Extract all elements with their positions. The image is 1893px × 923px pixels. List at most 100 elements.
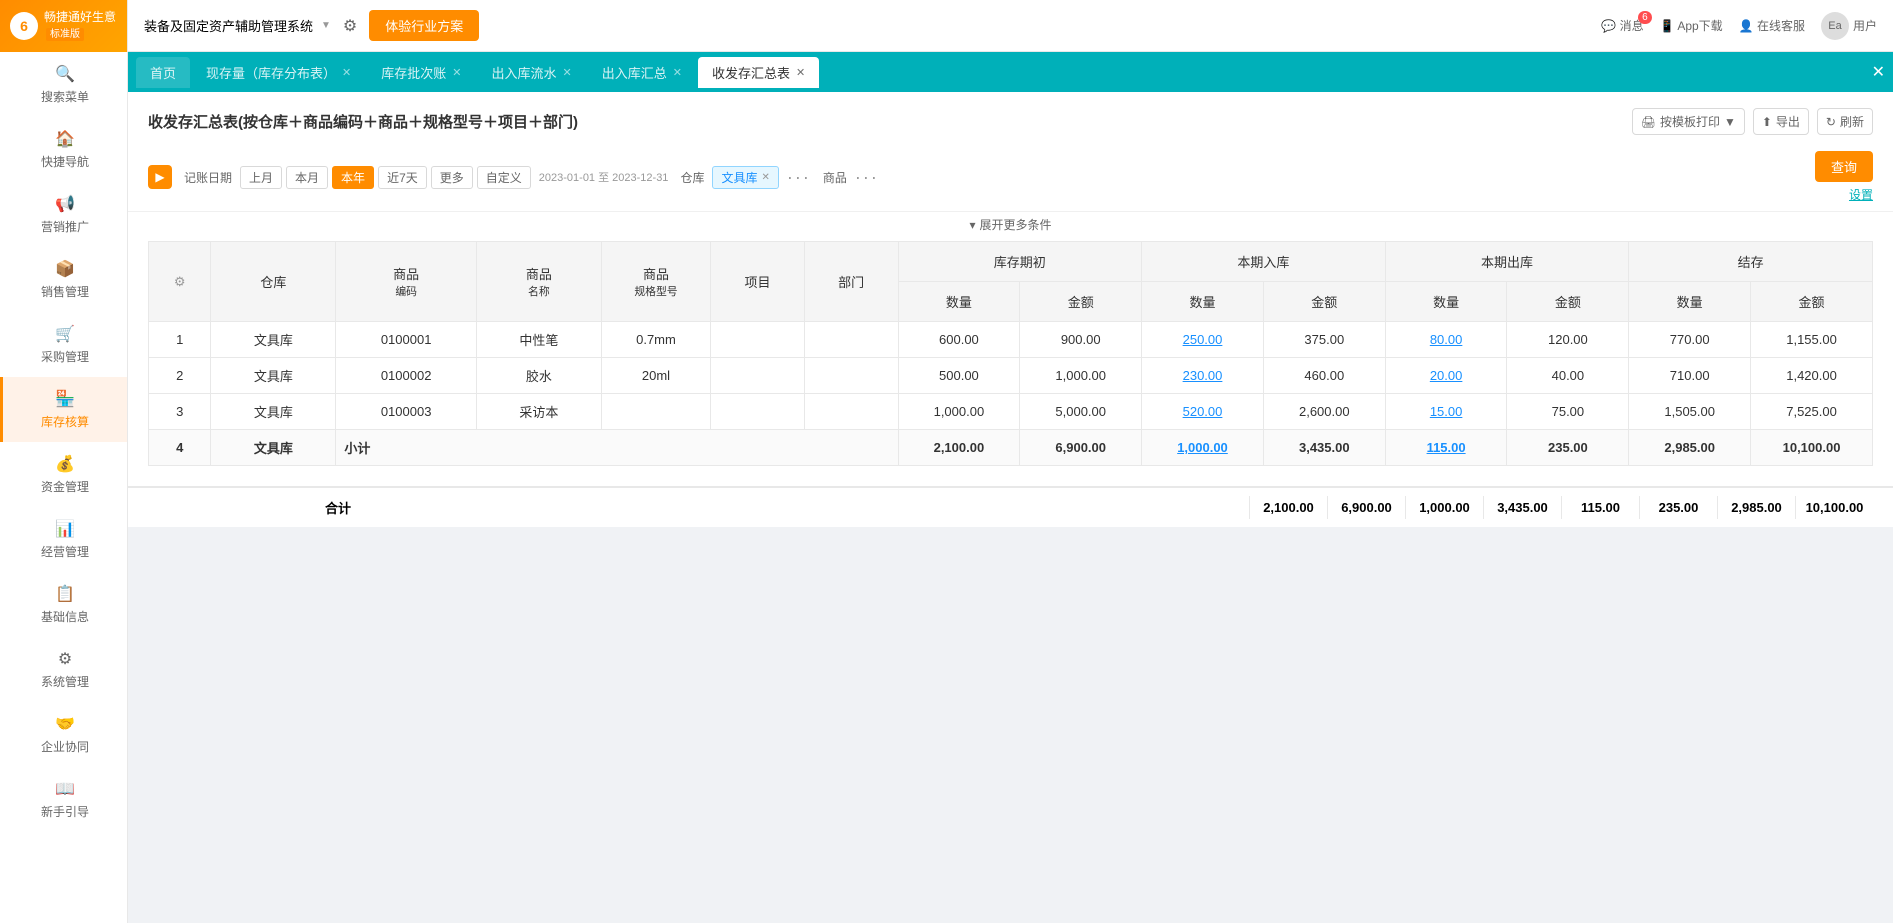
goods-more-options[interactable]: ···: [855, 167, 879, 188]
close-icon[interactable]: ✕: [452, 66, 461, 79]
book-icon: 📖: [55, 779, 75, 799]
sidebar-item-search[interactable]: 🔍 搜索菜单: [0, 52, 127, 117]
row-code: 0100002: [336, 358, 477, 394]
tab-inout-flow[interactable]: 出入库流水 ✕: [477, 57, 585, 88]
date-btn-custom[interactable]: 自定义: [477, 166, 531, 189]
row-in-amt: 2,600.00: [1263, 394, 1385, 430]
sidebar-item-label: 营销推广: [41, 218, 89, 235]
col-header-dept: 部门: [804, 242, 898, 322]
row-in-qty[interactable]: 230.00: [1142, 358, 1264, 394]
sidebar-item-guide[interactable]: 📖 新手引导: [0, 767, 127, 832]
sidebar-item-marketing[interactable]: 📢 营销推广: [0, 182, 127, 247]
col-opening-qty: 数量: [898, 282, 1020, 322]
col-group-opening: 库存期初: [898, 242, 1142, 282]
message-button[interactable]: 💬 6 消息: [1601, 17, 1643, 34]
row-num: 1: [149, 322, 211, 358]
table-row: 3 文具库 0100003 采访本 1,000.00 5,000.00 520.…: [149, 394, 1873, 430]
date-btn-more[interactable]: 更多: [431, 166, 473, 189]
tab-label: 出入库汇总: [602, 63, 667, 82]
tab-home[interactable]: 首页: [136, 57, 190, 88]
sidebar-item-sales[interactable]: 📦 销售管理: [0, 247, 127, 312]
close-icon[interactable]: ✕: [563, 66, 572, 79]
col-group-period-out: 本期出库: [1385, 242, 1629, 282]
warehouse-more-options[interactable]: ···: [787, 167, 811, 188]
tab-label: 库存批次账: [381, 63, 446, 82]
refresh-button[interactable]: ↻ 刷新: [1817, 108, 1873, 135]
total-in-qty: 1,000.00: [1405, 496, 1483, 519]
page-title: 收发存汇总表(按仓库＋商品编码＋商品＋规格型号＋项目＋部门): [148, 111, 578, 132]
close-icon[interactable]: ✕: [673, 66, 682, 79]
handshake-icon: 🤝: [55, 714, 75, 734]
sidebar-item-label: 销售管理: [41, 283, 89, 300]
expand-conditions-button[interactable]: ▾ 展开更多条件: [969, 216, 1051, 233]
row-warehouse: 文具库: [211, 394, 336, 430]
row-opening-qty: 1,000.00: [898, 394, 1020, 430]
export-button[interactable]: ⬆ 导出: [1753, 108, 1809, 135]
table-settings-icon[interactable]: ⚙: [149, 242, 211, 322]
table-row: 2 文具库 0100002 胶水 20ml 500.00 1,000.00 23…: [149, 358, 1873, 394]
close-icon[interactable]: ✕: [796, 66, 805, 79]
subtotal-opening-amt: 6,900.00: [1020, 430, 1142, 466]
topbar-right: 💬 6 消息 📱 App下载 👤 在线客服 Ea 用户: [1601, 12, 1877, 40]
store-icon: 🏪: [55, 389, 75, 409]
search-icon: 🔍: [55, 64, 75, 84]
row-out-qty[interactable]: 80.00: [1385, 322, 1507, 358]
remove-warehouse-icon[interactable]: ✕: [761, 172, 769, 183]
sidebar-item-system[interactable]: ⚙ 系统管理: [0, 637, 127, 702]
tabbar: 首页 现存量（库存分布表） ✕ 库存批次账 ✕ 出入库流水 ✕ 出入库汇总 ✕ …: [128, 52, 1893, 92]
query-button[interactable]: 查询: [1815, 151, 1873, 182]
row-warehouse: 文具库: [211, 358, 336, 394]
system-title: 装备及固定资产辅助管理系统: [144, 16, 313, 35]
subtotal-in-qty[interactable]: 1,000.00: [1142, 430, 1264, 466]
row-out-qty[interactable]: 20.00: [1385, 358, 1507, 394]
sidebar-item-label: 企业协同: [41, 738, 89, 755]
row-opening-qty: 500.00: [898, 358, 1020, 394]
tab-batch-ledger[interactable]: 库存批次账 ✕: [367, 57, 475, 88]
row-project: [711, 322, 805, 358]
table-row: 1 文具库 0100001 中性笔 0.7mm 600.00 900.00 25…: [149, 322, 1873, 358]
tabbar-close-icon[interactable]: ✕: [1872, 62, 1885, 82]
date-btn-this-month[interactable]: 本月: [286, 166, 328, 189]
date-btn-this-year[interactable]: 本年: [332, 166, 374, 189]
sidebar-item-quick-nav[interactable]: 🏠 快捷导航: [0, 117, 127, 182]
sidebar-item-purchase[interactable]: 🛒 采购管理: [0, 312, 127, 377]
date-btn-last-month[interactable]: 上月: [240, 166, 282, 189]
print-button[interactable]: 🖨 按模板打印 ▼: [1632, 108, 1745, 135]
sidebar-item-finance[interactable]: 💰 资金管理: [0, 442, 127, 507]
row-closing-amt: 1,420.00: [1751, 358, 1873, 394]
user-menu[interactable]: Ea 用户: [1821, 12, 1877, 40]
sidebar-item-basic-info[interactable]: 📋 基础信息: [0, 572, 127, 637]
service-icon: 👤: [1739, 19, 1754, 33]
home-icon: 🏠: [55, 129, 75, 149]
tab-receive-send-summary[interactable]: 收发存汇总表 ✕: [698, 57, 819, 88]
sidebar-item-inventory[interactable]: 🏪 库存核算: [0, 377, 127, 442]
close-icon[interactable]: ✕: [342, 66, 351, 79]
date-filter-section: 记账日期 上月 本月 本年 近7天 更多 自定义 2023-01-01 至 20…: [184, 166, 668, 189]
tab-inout-summary[interactable]: 出入库汇总 ✕: [588, 57, 696, 88]
filter-toggle-button[interactable]: ▶: [148, 165, 172, 189]
row-num: 2: [149, 358, 211, 394]
trial-button[interactable]: 体验行业方案: [369, 10, 479, 41]
row-opening-amt: 1,000.00: [1020, 358, 1142, 394]
row-in-qty[interactable]: 250.00: [1142, 322, 1264, 358]
row-closing-qty: 1,505.00: [1629, 394, 1751, 430]
date-btn-7days[interactable]: 近7天: [378, 166, 427, 189]
tab-inventory-dist[interactable]: 现存量（库存分布表） ✕: [192, 57, 365, 88]
settings-button[interactable]: ⚙: [343, 16, 357, 36]
row-out-amt: 75.00: [1507, 394, 1629, 430]
warehouse-tag[interactable]: 文具库 ✕: [712, 166, 778, 189]
col-in-qty: 数量: [1142, 282, 1264, 322]
subtotal-out-qty[interactable]: 115.00: [1385, 430, 1507, 466]
row-code: 0100003: [336, 394, 477, 430]
online-service-button[interactable]: 👤 在线客服: [1739, 17, 1805, 34]
sidebar-item-enterprise[interactable]: 🤝 企业协同: [0, 702, 127, 767]
total-label: 合计: [148, 498, 528, 517]
row-opening-amt: 5,000.00: [1020, 394, 1142, 430]
sidebar-item-operations[interactable]: 📊 经营管理: [0, 507, 127, 572]
warehouse-filter-label: 仓库: [680, 169, 704, 186]
row-goods-spec: 0.7mm: [601, 322, 710, 358]
app-download-button[interactable]: 📱 App下载: [1660, 17, 1723, 34]
setting-link[interactable]: 设置: [1849, 186, 1873, 203]
row-in-qty[interactable]: 520.00: [1142, 394, 1264, 430]
row-out-qty[interactable]: 15.00: [1385, 394, 1507, 430]
